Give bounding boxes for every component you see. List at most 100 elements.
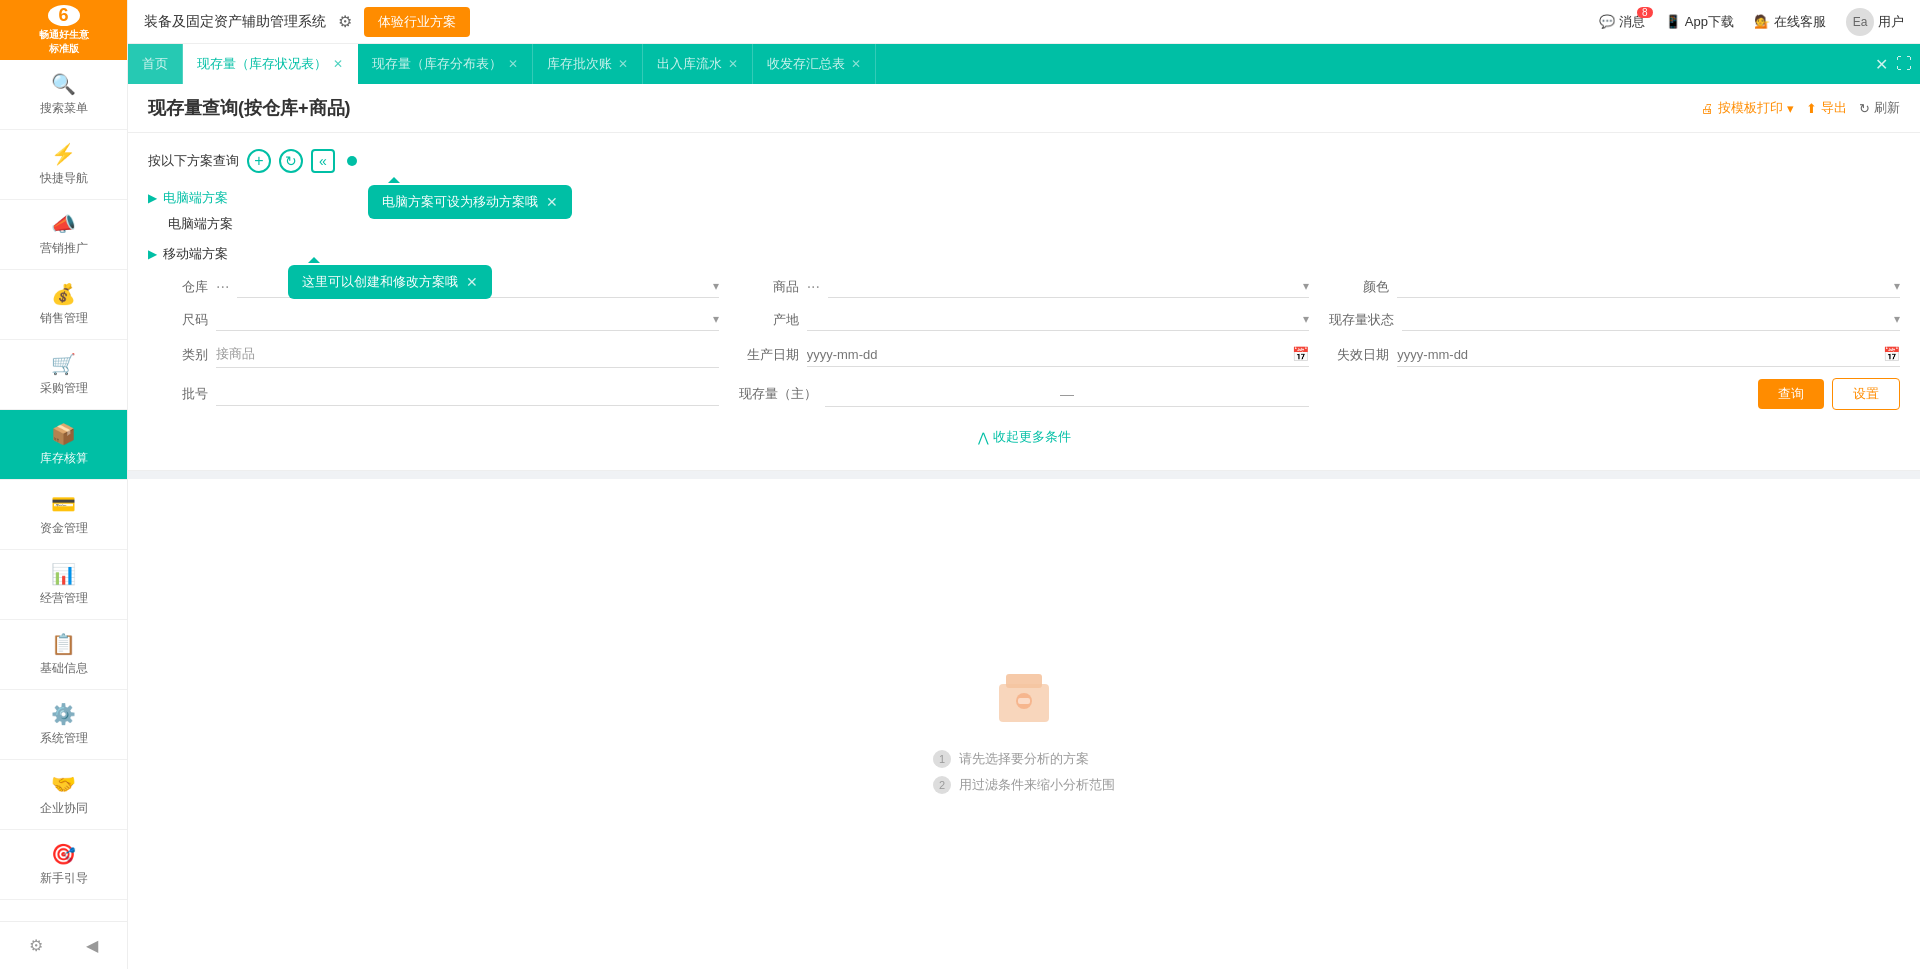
stock-qty-start[interactable]	[825, 386, 1054, 401]
sidebar-item-finance[interactable]: 💳 资金管理	[0, 480, 127, 550]
produce-date-input[interactable]	[807, 347, 1289, 362]
expire-date-calendar-icon[interactable]: 📅	[1883, 346, 1900, 362]
sidebar-item-enterprise[interactable]: 🤝 企业协同	[0, 760, 127, 830]
settings-footer-btn[interactable]: ⚙	[29, 936, 43, 955]
size-select[interactable]: ▾	[216, 308, 719, 331]
stock-qty-label: 现存量（主）	[739, 385, 817, 403]
tab-inventory-status-label: 现存量（库存状况表）	[197, 55, 327, 73]
batch-input[interactable]	[216, 382, 719, 406]
tab-receipt-summary-label: 收发存汇总表	[767, 55, 845, 73]
sidebar-item-operations[interactable]: 📊 经营管理	[0, 550, 127, 620]
sidebar-item-sales-label: 销售管理	[40, 310, 88, 327]
tooltip2-close[interactable]: ✕	[466, 274, 478, 290]
tab-batch-account-label: 库存批次账	[547, 55, 612, 73]
svg-rect-1	[1006, 674, 1042, 688]
stock-status-select[interactable]: ▾	[1402, 308, 1900, 331]
expire-date-label: 失效日期	[1329, 346, 1389, 364]
sidebar-item-sales[interactable]: 💰 销售管理	[0, 270, 127, 340]
tab-batch-account[interactable]: 库存批次账 ✕	[533, 44, 643, 84]
sidebar-item-purchase-label: 采购管理	[40, 380, 88, 397]
search-btn[interactable]: 查询	[1758, 379, 1824, 409]
scheme-pc-label: 电脑端方案	[163, 189, 228, 207]
filter-size-field: 尺码 ▾	[148, 308, 719, 331]
category-select[interactable]: 接商品	[216, 341, 719, 368]
warehouse-dots[interactable]: ···	[216, 278, 229, 296]
sidebar-item-purchase[interactable]: 🛒 采购管理	[0, 340, 127, 410]
tab-bar: 首页 现存量（库存状况表） ✕ 现存量（库存分布表） ✕ 库存批次账 ✕ 出入库…	[128, 44, 1920, 84]
goods-dots[interactable]: ···	[807, 278, 820, 296]
tab-inventory-dist[interactable]: 现存量（库存分布表） ✕	[358, 44, 533, 84]
gear-btn[interactable]: ⚙	[338, 12, 352, 31]
tip-text-2: 用过滤条件来缩小分析范围	[959, 776, 1115, 794]
app-download-btn[interactable]: 📱 App下载	[1665, 13, 1734, 31]
system-icon: ⚙️	[51, 702, 76, 726]
print-icon: 🖨	[1701, 101, 1714, 116]
color-label: 颜色	[1329, 278, 1389, 296]
sidebar-item-search[interactable]: 🔍 搜索菜单	[0, 60, 127, 130]
tab-inout-flow-close[interactable]: ✕	[728, 57, 738, 71]
online-support-btn[interactable]: 💁 在线客服	[1754, 13, 1826, 31]
produce-date-wrap: 📅	[807, 342, 1310, 367]
finance-icon: 💳	[51, 492, 76, 516]
scheme-pc-arrow: ▶	[148, 191, 157, 205]
tab-home[interactable]: 首页	[128, 44, 183, 84]
sidebar-item-guide[interactable]: 🎯 新手引导	[0, 830, 127, 900]
stock-qty-end[interactable]	[1080, 386, 1309, 401]
stock-qty-sep: —	[1060, 386, 1074, 402]
print-dropdown-icon: ▾	[1787, 101, 1794, 116]
enterprise-icon: 🤝	[51, 772, 76, 796]
origin-select[interactable]: ▾	[807, 308, 1310, 331]
tab-receipt-summary-close[interactable]: ✕	[851, 57, 861, 71]
main-area: 装备及固定资产辅助管理系统 ⚙ 体验行业方案 💬 8 消息 📱 App下载 💁 …	[128, 0, 1920, 969]
export-btn[interactable]: ⬆ 导出	[1806, 99, 1847, 117]
filter-category-field: 类别 接商品	[148, 341, 719, 368]
sidebar-item-marketing[interactable]: 📣 营销推广	[0, 200, 127, 270]
reset-btn[interactable]: 设置	[1832, 378, 1900, 410]
tab-inventory-dist-close[interactable]: ✕	[508, 57, 518, 71]
industry-btn[interactable]: 体验行业方案	[364, 7, 470, 37]
expire-date-input[interactable]	[1397, 347, 1879, 362]
filter-row-2: 尺码 ▾ 产地 ▾ 现存量状态	[148, 308, 1900, 331]
filter-stock-status-field: 现存量状态 ▾	[1329, 308, 1900, 331]
collapse-row[interactable]: ⋀ 收起更多条件	[148, 420, 1900, 454]
tab-batch-account-close[interactable]: ✕	[618, 57, 628, 71]
tab-inventory-status[interactable]: 现存量（库存状况表） ✕	[183, 44, 358, 84]
filter-produce-date-field: 生产日期 📅	[739, 341, 1310, 368]
tab-fullscreen-btn[interactable]: ⛶	[1896, 55, 1912, 73]
filter-expire-date-field: 失效日期 📅	[1329, 341, 1900, 368]
filter-refresh-btn[interactable]: ↻	[279, 149, 303, 173]
sidebar-item-system[interactable]: ⚙️ 系统管理	[0, 690, 127, 760]
print-btn[interactable]: 🖨 按模板打印 ▾	[1701, 99, 1794, 117]
category-placeholder: 接商品	[216, 345, 255, 363]
stock-qty-range: —	[825, 382, 1310, 407]
sidebar-item-inventory[interactable]: 📦 库存核算	[0, 410, 127, 480]
sidebar-item-base-info[interactable]: 📋 基础信息	[0, 620, 127, 690]
tab-close-all-btn[interactable]: ✕	[1875, 55, 1888, 74]
tooltip1-text: 电脑方案可设为移动方案哦	[382, 193, 538, 211]
tab-receipt-summary[interactable]: 收发存汇总表 ✕	[753, 44, 876, 84]
tab-inout-flow[interactable]: 出入库流水 ✕	[643, 44, 753, 84]
sidebar-item-base-info-label: 基础信息	[40, 660, 88, 677]
top-header: 装备及固定资产辅助管理系统 ⚙ 体验行业方案 💬 8 消息 📱 App下载 💁 …	[128, 0, 1920, 44]
notification-btn[interactable]: 💬 8 消息	[1599, 13, 1645, 31]
scheme-node-mobile[interactable]: ▶ 移动端方案	[148, 241, 1900, 267]
filter-back-btn[interactable]: «	[311, 149, 335, 173]
collapse-sidebar-btn[interactable]: ◀	[86, 936, 98, 955]
produce-date-calendar-icon[interactable]: 📅	[1292, 346, 1309, 362]
color-select[interactable]: ▾	[1397, 275, 1900, 298]
user-area[interactable]: Ea 用户	[1846, 8, 1904, 36]
scheme-mobile-arrow: ▶	[148, 247, 157, 261]
empty-tip-2: 2 用过滤条件来缩小分析范围	[933, 776, 1115, 794]
scheme-mobile-label: 移动端方案	[163, 245, 228, 263]
operations-icon: 📊	[51, 562, 76, 586]
goods-select[interactable]: ▾	[828, 275, 1309, 298]
sidebar-item-guide-label: 新手引导	[40, 870, 88, 887]
warehouse-label: 仓库	[148, 278, 208, 296]
tab-inventory-status-close[interactable]: ✕	[333, 57, 343, 71]
origin-label: 产地	[739, 311, 799, 329]
filter-add-btn[interactable]: +	[247, 149, 271, 173]
sidebar-item-quick-nav[interactable]: ⚡ 快捷导航	[0, 130, 127, 200]
refresh-btn[interactable]: ↻ 刷新	[1859, 99, 1900, 117]
tooltip1-close[interactable]: ✕	[546, 194, 558, 210]
logo-icon: 6	[48, 5, 80, 26]
